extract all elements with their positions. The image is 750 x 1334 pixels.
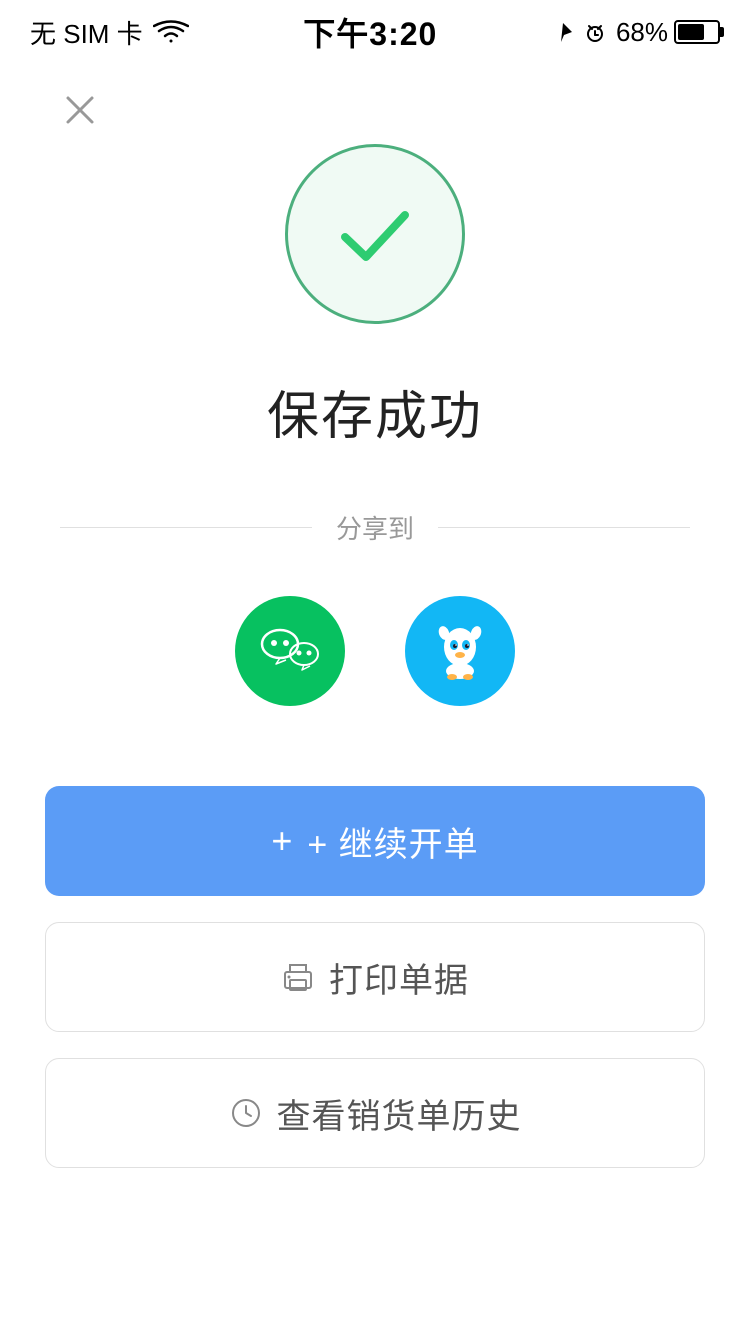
- battery-percentage: 68%: [616, 17, 668, 48]
- divider-line-right: [438, 527, 690, 528]
- qq-logo-icon: [428, 619, 492, 683]
- continue-label: + 继续开单: [307, 817, 478, 866]
- share-divider: 分享到: [0, 509, 750, 546]
- battery-indicator: 68%: [616, 17, 720, 48]
- wechat-logo-icon: [258, 624, 322, 678]
- alarm-icon: [584, 21, 606, 43]
- continue-button[interactable]: + + 继续开单: [45, 786, 705, 896]
- share-wechat-button[interactable]: [235, 596, 345, 706]
- battery-fill: [678, 24, 704, 40]
- history-label: 查看销货单历史: [277, 1089, 522, 1138]
- status-bar: 无 SIM 卡 下午3:20 68%: [0, 0, 750, 64]
- share-qq-button[interactable]: [405, 596, 515, 706]
- action-buttons: + + 继续开单 打印单据 查看销货单历史: [45, 786, 705, 1168]
- location-icon: [552, 21, 574, 43]
- close-button[interactable]: [50, 80, 110, 140]
- success-title: 保存成功: [267, 374, 483, 449]
- battery-icon: [674, 20, 720, 44]
- no-sim-label: 无 SIM 卡: [30, 14, 143, 51]
- main-content: 保存成功 分享到: [0, 64, 750, 1168]
- print-button[interactable]: 打印单据: [45, 922, 705, 1032]
- checkmark-icon: [330, 189, 420, 279]
- print-label: 打印单据: [329, 953, 469, 1002]
- share-label: 分享到: [312, 509, 438, 546]
- print-icon: [281, 960, 315, 994]
- status-left: 无 SIM 卡: [30, 14, 189, 51]
- wifi-icon: [153, 19, 189, 45]
- plus-icon: +: [271, 820, 293, 862]
- success-circle: [285, 144, 465, 324]
- divider-line-left: [60, 527, 312, 528]
- status-right: 68%: [552, 17, 720, 48]
- status-time: 下午3:20: [303, 9, 437, 55]
- history-icon: [229, 1096, 263, 1130]
- share-icons-container: [235, 596, 515, 706]
- history-button[interactable]: 查看销货单历史: [45, 1058, 705, 1168]
